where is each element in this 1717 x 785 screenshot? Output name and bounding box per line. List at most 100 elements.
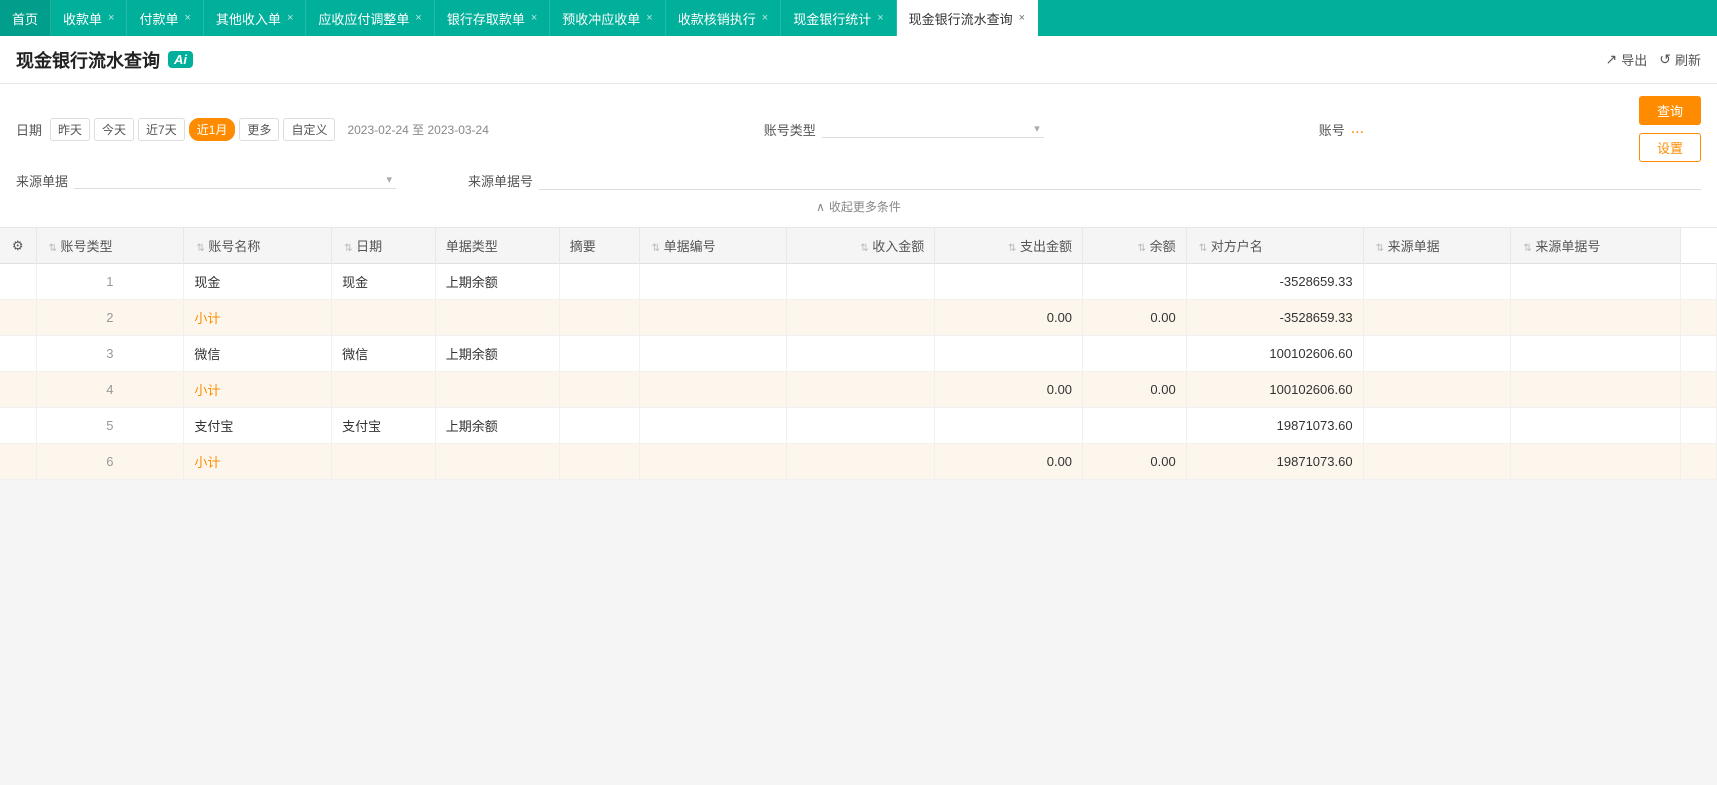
- source-doc-select[interactable]: ▾: [74, 171, 396, 189]
- table-cell: [1511, 444, 1681, 480]
- table-cell: [787, 336, 935, 372]
- nav-tab-label: 现金银行流水查询: [909, 9, 1013, 28]
- sort-icon: ⇅: [1523, 243, 1531, 254]
- table-cell: [787, 444, 935, 480]
- table-header: ⚙ ⇅ 账号类型 ⇅ 账号名称 ⇅ 日期 单据类型 摘要: [0, 228, 1717, 264]
- table-cell: 上期余额: [435, 336, 559, 372]
- source-doc-label: 来源单据: [16, 171, 68, 190]
- table-cell: [787, 300, 935, 336]
- col-account-name[interactable]: ⇅ 账号名称: [184, 228, 332, 264]
- table-row: 2小计0.000.00-3528659.33: [0, 300, 1717, 336]
- header-actions: ↗ 导出 ↺ 刷新: [1606, 50, 1702, 69]
- col-summary[interactable]: 摘要: [559, 228, 639, 264]
- close-icon[interactable]: ×: [108, 12, 114, 24]
- nav-tab-yinhangcunqu[interactable]: 银行存取款单 ×: [435, 0, 550, 36]
- col-account-type[interactable]: ⇅ 账号类型: [36, 228, 184, 264]
- nav-tab-yingshoutiaozheng[interactable]: 应收应付调整单 ×: [306, 0, 434, 36]
- close-icon[interactable]: ×: [184, 12, 190, 24]
- date-btn-1month[interactable]: 近1月: [189, 118, 236, 141]
- col-doc-type[interactable]: 单据类型: [435, 228, 559, 264]
- chevron-down-icon: ▾: [1034, 122, 1040, 135]
- nav-tab-shoukuanhexiao[interactable]: 收款核销执行 ×: [666, 0, 781, 36]
- sort-icon: ⇅: [1138, 243, 1146, 254]
- table-cell: [1681, 264, 1717, 300]
- gear-cell: [0, 372, 36, 408]
- close-icon[interactable]: ×: [877, 12, 883, 24]
- nav-tab-label: 现金银行统计: [793, 9, 871, 28]
- nav-tab-liushui[interactable]: 现金银行流水查询 ×: [897, 0, 1038, 36]
- table-cell: [1083, 264, 1187, 300]
- table-row: 3微信微信上期余额100102606.60: [0, 336, 1717, 372]
- date-label: 日期: [16, 120, 42, 139]
- query-button[interactable]: 查询: [1639, 96, 1701, 125]
- table-cell: [787, 264, 935, 300]
- chevron-down-icon: ▾: [386, 173, 392, 186]
- settings-button[interactable]: 设置: [1639, 133, 1701, 162]
- date-btn-custom[interactable]: 自定义: [283, 118, 335, 141]
- nav-tab-label: 收款单: [63, 9, 102, 28]
- col-date[interactable]: ⇅ 日期: [332, 228, 436, 264]
- table-cell: [639, 264, 787, 300]
- close-icon[interactable]: ×: [1019, 12, 1025, 24]
- export-button[interactable]: ↗ 导出: [1606, 50, 1648, 69]
- table-cell: 100102606.60: [1186, 336, 1363, 372]
- sort-icon: ⇅: [344, 243, 352, 254]
- nav-tab-shoukuandan[interactable]: 收款单 ×: [51, 0, 127, 36]
- table-body: 1现金现金上期余额-3528659.332小计0.000.00-3528659.…: [0, 264, 1717, 480]
- sort-icon: ⇅: [196, 243, 204, 254]
- nav-tab-yushouchong[interactable]: 预收冲应收单 ×: [550, 0, 665, 36]
- nav-home[interactable]: 首页: [0, 0, 51, 36]
- table-cell: 小计: [184, 300, 332, 336]
- col-expense[interactable]: ⇅ 支出金额: [935, 228, 1083, 264]
- table-cell: [332, 444, 436, 480]
- date-btn-yesterday[interactable]: 昨天: [50, 118, 90, 141]
- account-type-label: 账号类型: [764, 120, 816, 139]
- table-cell: [435, 300, 559, 336]
- ai-badge[interactable]: Ai: [168, 51, 193, 68]
- date-btn-7days[interactable]: 近7天: [138, 118, 185, 141]
- collapse-button[interactable]: ∧ 收起更多条件: [816, 198, 901, 215]
- close-icon[interactable]: ×: [531, 12, 537, 24]
- col-source-doc-no[interactable]: ⇅ 来源单据号: [1511, 228, 1681, 264]
- table-cell: 1: [36, 264, 184, 300]
- gear-cell: [0, 444, 36, 480]
- col-balance[interactable]: ⇅ 余额: [1083, 228, 1187, 264]
- date-btn-more[interactable]: 更多: [239, 118, 279, 141]
- gear-cell: [0, 336, 36, 372]
- close-icon[interactable]: ×: [415, 12, 421, 24]
- col-income[interactable]: ⇅ 收入金额: [787, 228, 935, 264]
- table-row: 6小计0.000.0019871073.60: [0, 444, 1717, 480]
- close-icon[interactable]: ×: [646, 12, 652, 24]
- nav-tab-fukuandan[interactable]: 付款单 ×: [127, 0, 203, 36]
- top-nav: 首页 收款单 × 付款单 × 其他收入单 × 应收应付调整单 × 银行存取款单 …: [0, 0, 1717, 36]
- account-type-select[interactable]: ▾: [822, 120, 1044, 138]
- col-counterparty[interactable]: ⇅ 对方户名: [1186, 228, 1363, 264]
- col-gear[interactable]: ⚙: [0, 228, 36, 264]
- col-doc-no[interactable]: ⇅ 单据编号: [639, 228, 787, 264]
- nav-tab-label: 付款单: [139, 9, 178, 28]
- table-row: 5支付宝支付宝上期余额19871073.60: [0, 408, 1717, 444]
- table-cell: [935, 264, 1083, 300]
- table-cell: 支付宝: [332, 408, 436, 444]
- table-cell: [1681, 444, 1717, 480]
- table-cell: [1681, 336, 1717, 372]
- table-cell: 0.00: [1083, 372, 1187, 408]
- table-cell: [559, 300, 639, 336]
- close-icon[interactable]: ×: [762, 12, 768, 24]
- table-cell: [787, 408, 935, 444]
- refresh-button[interactable]: ↺ 刷新: [1659, 50, 1701, 69]
- table-cell: 19871073.60: [1186, 408, 1363, 444]
- account-dots[interactable]: ...: [1351, 120, 1364, 138]
- date-btn-today[interactable]: 今天: [94, 118, 134, 141]
- col-source-doc[interactable]: ⇅ 来源单据: [1363, 228, 1511, 264]
- table-cell: 0.00: [1083, 444, 1187, 480]
- source-doc-no-input[interactable]: [539, 170, 1701, 190]
- table-cell: 0.00: [935, 300, 1083, 336]
- table-cell: [1511, 264, 1681, 300]
- table-cell: 上期余额: [435, 408, 559, 444]
- nav-tab-xianjinyinhang[interactable]: 现金银行统计 ×: [781, 0, 896, 36]
- table-cell: 4: [36, 372, 184, 408]
- nav-tab-qitashouruden[interactable]: 其他收入单 ×: [204, 0, 306, 36]
- close-icon[interactable]: ×: [287, 12, 293, 24]
- nav-tab-label: 其他收入单: [216, 9, 281, 28]
